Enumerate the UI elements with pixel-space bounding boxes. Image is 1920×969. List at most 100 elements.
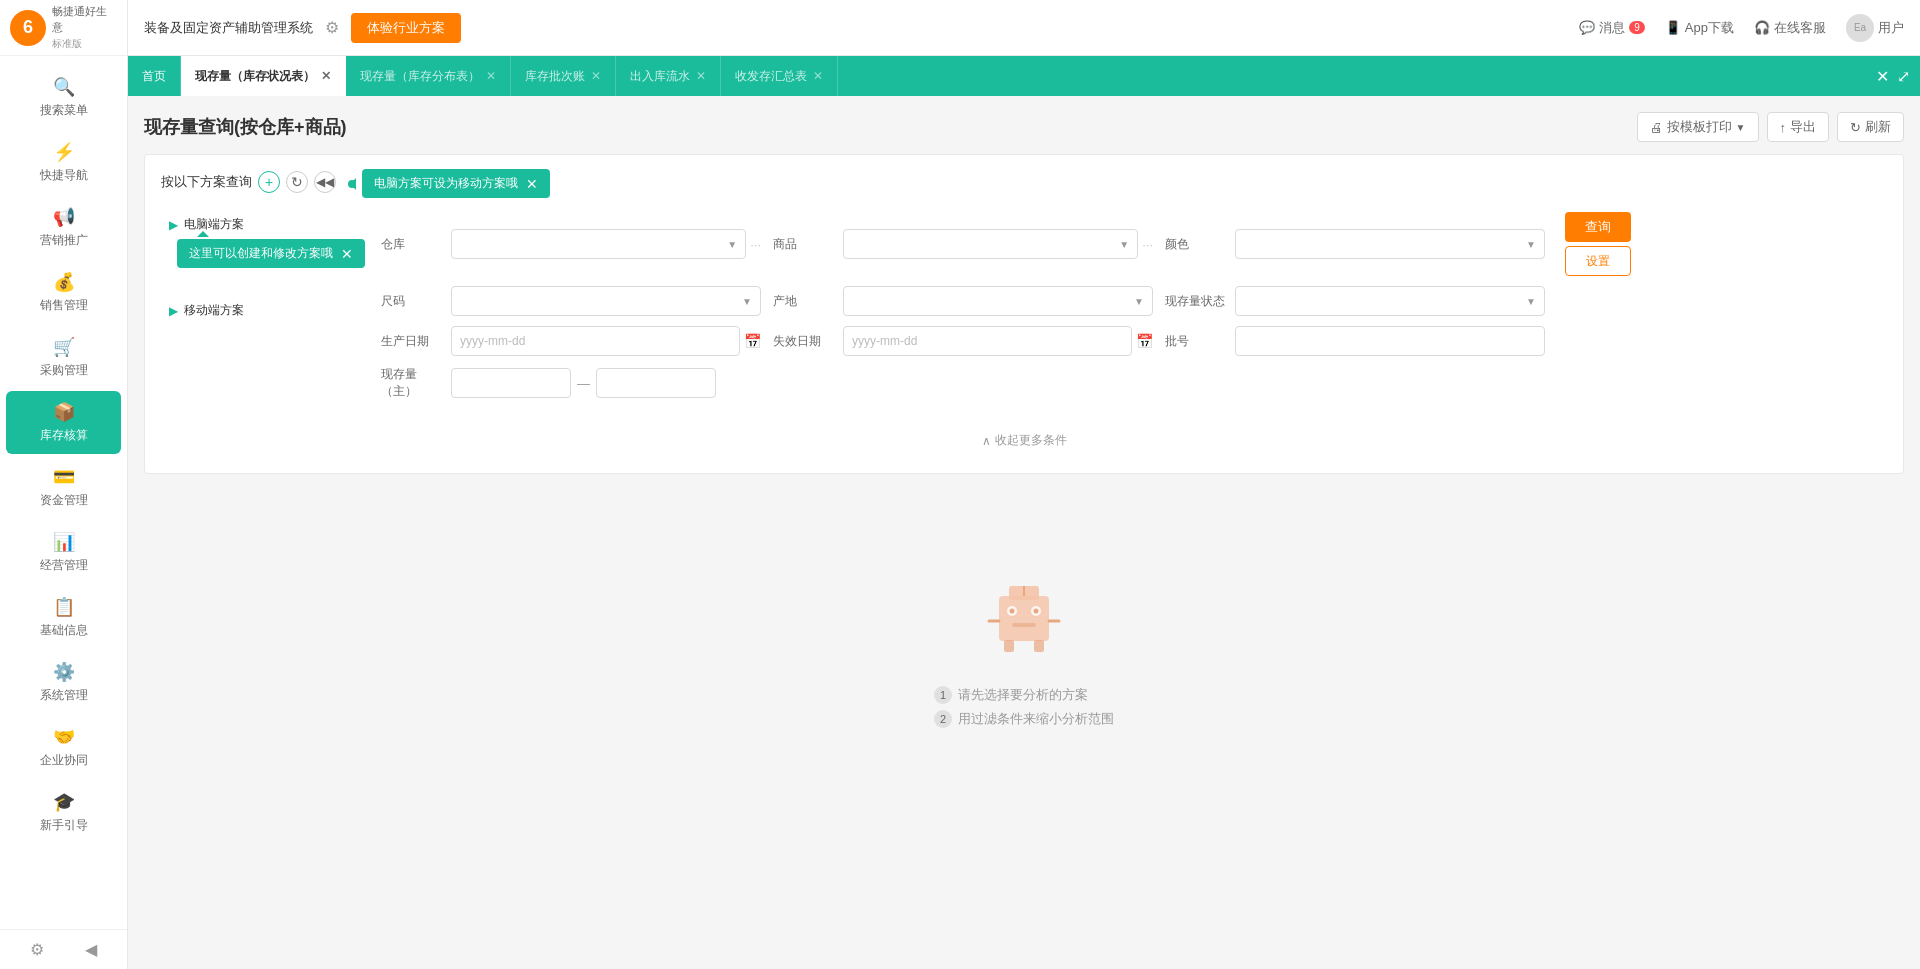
tab-collect[interactable]: 收发存汇总表 ✕ [721,56,838,96]
main-content: 现存量查询(按仓库+商品) 🖨 按模板打印 ▼ ↑ 导出 ↻ 刷新 按以下方案查… [128,96,1920,969]
filter-row-2: 尺码 ▼ 产地 ▼ [381,286,1887,316]
empty-step-2: 2 用过滤条件来缩小分析范围 [934,710,1114,728]
chevron-down-origin-icon: ▼ [1134,296,1144,307]
tab-flow[interactable]: 出入库流水 ✕ [616,56,721,96]
chevron-down-product-icon: ▼ [1119,239,1129,250]
filter-row-1: 仓库 ▼ ··· 商品 ▼ [381,212,1887,276]
sidebar-item-basicinfo[interactable]: 📋 基础信息 [6,586,121,649]
svg-point-5 [1010,609,1015,614]
empty-illustration [974,566,1074,666]
refresh-scheme-btn[interactable]: ↻ [286,171,308,193]
calendar-prod-icon[interactable]: 📅 [744,333,761,349]
sidebar-item-operations[interactable]: 📊 经营管理 [6,521,121,584]
tab-close-collect[interactable]: ✕ [813,69,823,83]
sidebar-item-guide[interactable]: 🎓 新手引导 [6,781,121,844]
set-btn[interactable]: 设置 [1565,246,1631,276]
header-gear-icon[interactable]: ⚙ [325,18,339,37]
sidebar-item-finance[interactable]: 💳 资金管理 [6,456,121,519]
add-scheme-btn[interactable]: + [258,171,280,193]
tooltip2-create-scheme: 这里可以创建和修改方案哦 ✕ [177,239,365,268]
empty-step-1: 1 请先选择要分析的方案 [934,686,1114,704]
system-icon: ⚙️ [53,661,75,683]
avatar: Ea [1846,14,1874,42]
sidebar-item-sales[interactable]: 💰 销售管理 [6,261,121,324]
prod-date-input[interactable] [451,326,740,356]
sidebar-item-quicknav[interactable]: ⚡ 快捷导航 [6,131,121,194]
tab-close-stock-status[interactable]: ✕ [321,69,331,83]
page-header: 现存量查询(按仓库+商品) 🖨 按模板打印 ▼ ↑ 导出 ↻ 刷新 [144,112,1904,142]
refresh-btn[interactable]: ↻ 刷新 [1837,112,1904,142]
tab-stock-status[interactable]: 现存量（库存状况表） ✕ [181,56,346,96]
tab-close-stock-dist[interactable]: ✕ [486,69,496,83]
tooltip2-close-btn[interactable]: ✕ [341,246,353,262]
product-select[interactable]: ▼ [843,229,1138,259]
filter-section: 按以下方案查询 + ↻ ◀◀ 电脑方案可设为移动方案哦 ✕ [161,167,1887,461]
operations-icon: 📊 [53,531,75,553]
purchase-icon: 🛒 [53,336,75,358]
filter-field-batch-no: 批号 [1165,326,1545,356]
sidebar-item-purchase[interactable]: 🛒 采购管理 [6,326,121,389]
close-all-tabs-btn[interactable]: ✕ [1876,67,1889,86]
enterprise-icon: 🤝 [53,726,75,748]
user-btn[interactable]: Ea 用户 [1846,14,1904,42]
trial-btn[interactable]: 体验行业方案 [351,13,461,43]
sidebar-menu: 🔍 搜索菜单 ⚡ 快捷导航 📢 营销推广 💰 销售管理 🛒 采购管理 📦 库存核… [0,56,127,929]
filter-field-product: 商品 ▼ ··· [773,229,1153,259]
sidebar-item-warehouse[interactable]: 📦 库存核算 [6,391,121,454]
product-dots[interactable]: ··· [1142,237,1153,252]
tab-home[interactable]: 首页 [128,56,181,96]
tab-close-batch[interactable]: ✕ [591,69,601,83]
back-scheme-btn[interactable]: ◀◀ [314,171,336,193]
collapse-btn[interactable]: ∧ 收起更多条件 [970,428,1079,453]
filter-row-4: 现存量（主） — [381,366,1887,400]
origin-select[interactable]: ▼ [843,286,1153,316]
sidebar-item-search[interactable]: 🔍 搜索菜单 [6,66,121,129]
tab-close-flow[interactable]: ✕ [696,69,706,83]
stock-qty-max-input[interactable] [596,368,716,398]
maximize-btn[interactable]: ⤢ [1897,67,1910,86]
expire-date-input[interactable] [843,326,1132,356]
filter-panel: 按以下方案查询 + ↻ ◀◀ 电脑方案可设为移动方案哦 ✕ [144,154,1904,474]
calendar-expire-icon[interactable]: 📅 [1136,333,1153,349]
tooltip-desktop-scheme: 电脑方案可设为移动方案哦 ✕ [362,169,550,198]
filter-row-3: 生产日期 📅 失效日期 📅 批号 [381,326,1887,356]
app-download-btn[interactable]: 📱 App下载 [1665,19,1734,37]
filter-field-prod-date: 生产日期 📅 [381,326,761,356]
settings-footer-btn[interactable]: ⚙ [30,940,44,959]
stock-status-select[interactable]: ▼ [1235,286,1545,316]
tab-stock-dist[interactable]: 现存量（库存分布表） ✕ [346,56,511,96]
export-btn[interactable]: ↑ 导出 [1767,112,1830,142]
arrow-right-icon-mobile: ▶ [169,304,178,318]
search-btn[interactable]: 查询 [1565,212,1631,242]
chevron-down-color-icon: ▼ [1526,239,1536,250]
sidebar-item-system[interactable]: ⚙️ 系统管理 [6,651,121,714]
mobile-scheme-item[interactable]: ▶ 移动端方案 [161,298,365,323]
warehouse-icon: 📦 [53,401,75,423]
tooltip1-close-btn[interactable]: ✕ [526,176,538,192]
filter-field-stock-qty: 现存量（主） — [381,366,761,400]
chevron-down-size-icon: ▼ [742,296,752,307]
basicinfo-icon: 📋 [53,596,75,618]
chevron-down-stockstatus-icon: ▼ [1526,296,1536,307]
print-btn[interactable]: 🖨 按模板打印 ▼ [1637,112,1759,142]
page-actions: 🖨 按模板打印 ▼ ↑ 导出 ↻ 刷新 [1637,112,1904,142]
warehouse-dots[interactable]: ··· [750,237,761,252]
arrow-right-icon: ▶ [169,218,178,232]
size-select[interactable]: ▼ [451,286,761,316]
sidebar-item-enterprise[interactable]: 🤝 企业协同 [6,716,121,779]
tabs-bar: 首页 现存量（库存状况表） ✕ 现存量（库存分布表） ✕ 库存批次账 ✕ 出入库… [128,56,1920,96]
message-btn[interactable]: 💬 消息 9 [1579,19,1645,37]
online-support-btn[interactable]: 🎧 在线客服 [1754,19,1826,37]
filter-label: 按以下方案查询 [161,173,252,191]
sidebar-item-marketing[interactable]: 📢 营销推广 [6,196,121,259]
marketing-icon: 📢 [53,206,75,228]
batch-no-input[interactable] [1235,326,1545,356]
warehouse-select[interactable]: ▼ [451,229,746,259]
desktop-scheme-item[interactable]: ▶ 电脑端方案 [161,212,365,237]
color-select[interactable]: ▼ [1235,229,1545,259]
collapse-sidebar-btn[interactable]: ◀ [85,940,97,959]
header-left: 装备及固定资产辅助管理系统 ⚙ 体验行业方案 [144,13,461,43]
tab-batch[interactable]: 库存批次账 ✕ [511,56,616,96]
chevron-up-icon: ∧ [982,434,991,448]
stock-qty-min-input[interactable] [451,368,571,398]
